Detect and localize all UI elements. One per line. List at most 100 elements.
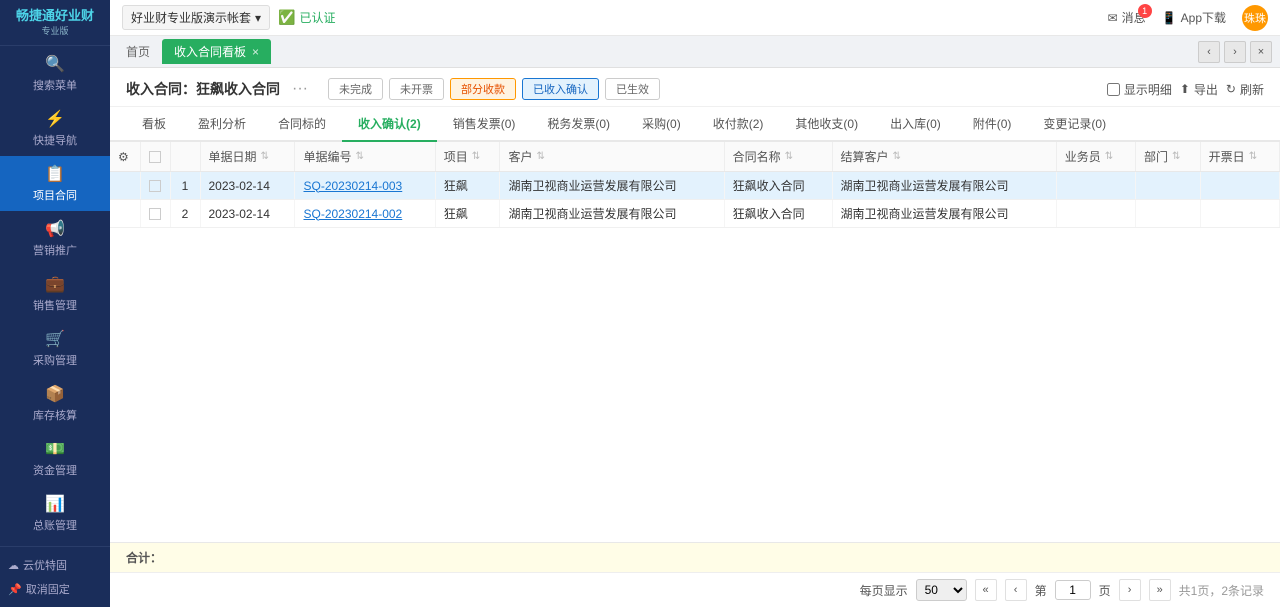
sidebar-item-inventory[interactable]: 📦库存核算 bbox=[0, 376, 110, 431]
th-date[interactable]: 单据日期⇅ bbox=[200, 142, 295, 172]
subtab-change[interactable]: 变更记录(0) bbox=[1027, 107, 1122, 142]
subtab-purchase[interactable]: 采购(0) bbox=[626, 107, 697, 142]
sort-invoice-icon: ⇅ bbox=[1249, 151, 1257, 162]
sidebar-item-contract[interactable]: 📋项目合同 bbox=[0, 156, 110, 211]
refresh-label: 刷新 bbox=[1240, 81, 1264, 98]
tab-contract-board[interactable]: 收入合同看板 × bbox=[162, 39, 271, 64]
th-salesperson[interactable]: 业务员⇅ bbox=[1056, 142, 1135, 172]
page-suffix: 页 bbox=[1099, 582, 1111, 599]
avatar: 珠珠 bbox=[1242, 5, 1268, 31]
table-row[interactable]: 2 2023-02-14 SQ-20230214-002 狂飙 湖南卫视商业运营… bbox=[110, 200, 1280, 228]
subtab-inout[interactable]: 出入库(0) bbox=[874, 107, 957, 142]
row-check[interactable] bbox=[140, 200, 170, 228]
sidebar-item-nav[interactable]: ⚡快捷导航 bbox=[0, 101, 110, 156]
app-download-button[interactable]: 📱 App下载 bbox=[1162, 9, 1226, 26]
sales-icon: 💼 bbox=[45, 274, 65, 294]
refresh-button[interactable]: ↻ 刷新 bbox=[1226, 81, 1264, 98]
subtab-payment[interactable]: 收付款(2) bbox=[697, 107, 780, 142]
th-contract[interactable]: 合同名称⇅ bbox=[724, 142, 832, 172]
purchase-icon: 🛒 bbox=[45, 329, 65, 349]
tab-close-icon[interactable]: × bbox=[252, 45, 259, 59]
per-page-select[interactable]: 50 100 200 bbox=[916, 579, 967, 601]
th-project[interactable]: 项目⇅ bbox=[435, 142, 500, 172]
user-avatar[interactable]: 珠珠 bbox=[1242, 5, 1268, 31]
sidebar-item-ledger[interactable]: 📊总账管理 bbox=[0, 486, 110, 541]
subtab-kanban[interactable]: 看板 bbox=[126, 107, 182, 142]
table-wrap[interactable]: ⚙ 单据日期⇅ 单据编号⇅ 项目⇅ 客户⇅ 合同名称⇅ 结算客户⇅ 业务员⇅ 部… bbox=[110, 142, 1280, 542]
export-button[interactable]: ⬆ 导出 bbox=[1180, 81, 1218, 98]
subtab-subject[interactable]: 合同标的 bbox=[262, 107, 342, 142]
subtab-other[interactable]: 其他收支(0) bbox=[779, 107, 874, 142]
th-num bbox=[170, 142, 200, 172]
doc-no-link[interactable]: SQ-20230214-002 bbox=[303, 207, 402, 221]
subtab-profit[interactable]: 盈利分析 bbox=[182, 107, 262, 142]
sidebar-item-search[interactable]: 🔍搜索菜单 bbox=[0, 46, 110, 101]
notification-badge: 1 bbox=[1138, 4, 1152, 18]
status-btn-uninvoiced[interactable]: 未开票 bbox=[389, 78, 444, 100]
nav-icon: ⚡ bbox=[45, 109, 65, 129]
sidebar-bottom-unpin[interactable]: 📌 取消固定 bbox=[8, 577, 102, 601]
company-selector[interactable]: 好业财专业版演示帐套 ▾ bbox=[122, 5, 270, 30]
th-department[interactable]: 部门⇅ bbox=[1135, 142, 1200, 172]
certified-badge: ✅ 已认证 bbox=[278, 9, 335, 26]
row-check[interactable] bbox=[140, 172, 170, 200]
sidebar-item-funds[interactable]: 💵资金管理 bbox=[0, 431, 110, 486]
row-checkbox[interactable] bbox=[149, 208, 161, 220]
status-btn-partial[interactable]: 部分收款 bbox=[450, 78, 516, 100]
sidebar-item-purchase[interactable]: 🛒采购管理 bbox=[0, 321, 110, 376]
row-checkbox[interactable] bbox=[149, 180, 161, 192]
subtab-sales[interactable]: 销售发票(0) bbox=[437, 107, 532, 142]
subtab-tax[interactable]: 税务发票(0) bbox=[531, 107, 626, 142]
export-icon: ⬆ bbox=[1180, 82, 1190, 96]
next-page-button[interactable]: › bbox=[1119, 579, 1141, 601]
sidebar-item-label: 搜索菜单 bbox=[33, 77, 77, 93]
tab-next-button[interactable]: › bbox=[1224, 41, 1246, 63]
show-detail-toggle[interactable]: 显示明细 bbox=[1107, 81, 1172, 98]
tab-prev-button[interactable]: ‹ bbox=[1198, 41, 1220, 63]
select-all-checkbox[interactable] bbox=[149, 151, 161, 163]
tab-close-button[interactable]: × bbox=[1250, 41, 1272, 63]
sidebar-bottom-cloud[interactable]: ☁ 云优特固 bbox=[8, 553, 102, 577]
tab-home[interactable]: 首页 bbox=[118, 39, 158, 64]
income-table: ⚙ 单据日期⇅ 单据编号⇅ 项目⇅ 客户⇅ 合同名称⇅ 结算客户⇅ 业务员⇅ 部… bbox=[110, 142, 1280, 228]
row-salesperson bbox=[1056, 172, 1135, 200]
sidebar-item-sales[interactable]: 💼销售管理 bbox=[0, 266, 110, 321]
main-area: 好业财专业版演示帐套 ▾ ✅ 已认证 ✉ 1 消息 📱 App下载 珠珠 bbox=[110, 0, 1280, 607]
more-options-button[interactable]: ··· bbox=[292, 80, 308, 98]
prev-page-button[interactable]: ‹ bbox=[1005, 579, 1027, 601]
refresh-icon: ↻ bbox=[1226, 82, 1236, 96]
sidebar-item-marketing[interactable]: 📢营销推广 bbox=[0, 211, 110, 266]
th-invoice-date[interactable]: 开票日⇅ bbox=[1200, 142, 1279, 172]
th-customer[interactable]: 客户⇅ bbox=[500, 142, 724, 172]
sidebar-logo: 畅捷通好业财 专业版 bbox=[0, 0, 110, 46]
sort-date-icon: ⇅ bbox=[261, 151, 269, 162]
messages-button[interactable]: ✉ 1 消息 bbox=[1108, 9, 1146, 26]
status-btn-confirmed[interactable]: 已收入确认 bbox=[522, 78, 599, 100]
inventory-icon: 📦 bbox=[45, 384, 65, 404]
bell-icon: ✉ bbox=[1108, 11, 1118, 25]
th-check[interactable] bbox=[140, 142, 170, 172]
show-detail-checkbox[interactable] bbox=[1107, 83, 1120, 96]
row-settings bbox=[110, 172, 140, 200]
sort-contract-icon: ⇅ bbox=[785, 151, 793, 162]
export-label: 导出 bbox=[1194, 81, 1218, 98]
th-end-customer[interactable]: 结算客户⇅ bbox=[832, 142, 1056, 172]
subtab-attach[interactable]: 附件(0) bbox=[957, 107, 1028, 142]
doc-no-link[interactable]: SQ-20230214-003 bbox=[303, 179, 402, 193]
row-end-customer: 湖南卫视商业运营发展有限公司 bbox=[832, 172, 1056, 200]
th-doc-no[interactable]: 单据编号⇅ bbox=[295, 142, 435, 172]
table-row[interactable]: 1 2023-02-14 SQ-20230214-003 狂飙 湖南卫视商业运营… bbox=[110, 172, 1280, 200]
page-number-input[interactable] bbox=[1055, 580, 1091, 600]
status-btn-effective[interactable]: 已生效 bbox=[605, 78, 660, 100]
subtab-income[interactable]: 收入确认(2) bbox=[342, 107, 437, 142]
total-label: 合计： bbox=[126, 549, 162, 566]
row-doc-no[interactable]: SQ-20230214-002 bbox=[295, 200, 435, 228]
last-page-button[interactable]: » bbox=[1149, 579, 1171, 601]
status-btn-incomplete[interactable]: 未完成 bbox=[328, 78, 383, 100]
per-page-label: 每页显示 bbox=[860, 582, 908, 599]
first-page-button[interactable]: « bbox=[975, 579, 997, 601]
row-doc-no[interactable]: SQ-20230214-003 bbox=[295, 172, 435, 200]
th-settings[interactable]: ⚙ bbox=[110, 142, 140, 172]
page-label: 第 bbox=[1035, 582, 1047, 599]
user-initials: 珠珠 bbox=[1244, 10, 1266, 26]
